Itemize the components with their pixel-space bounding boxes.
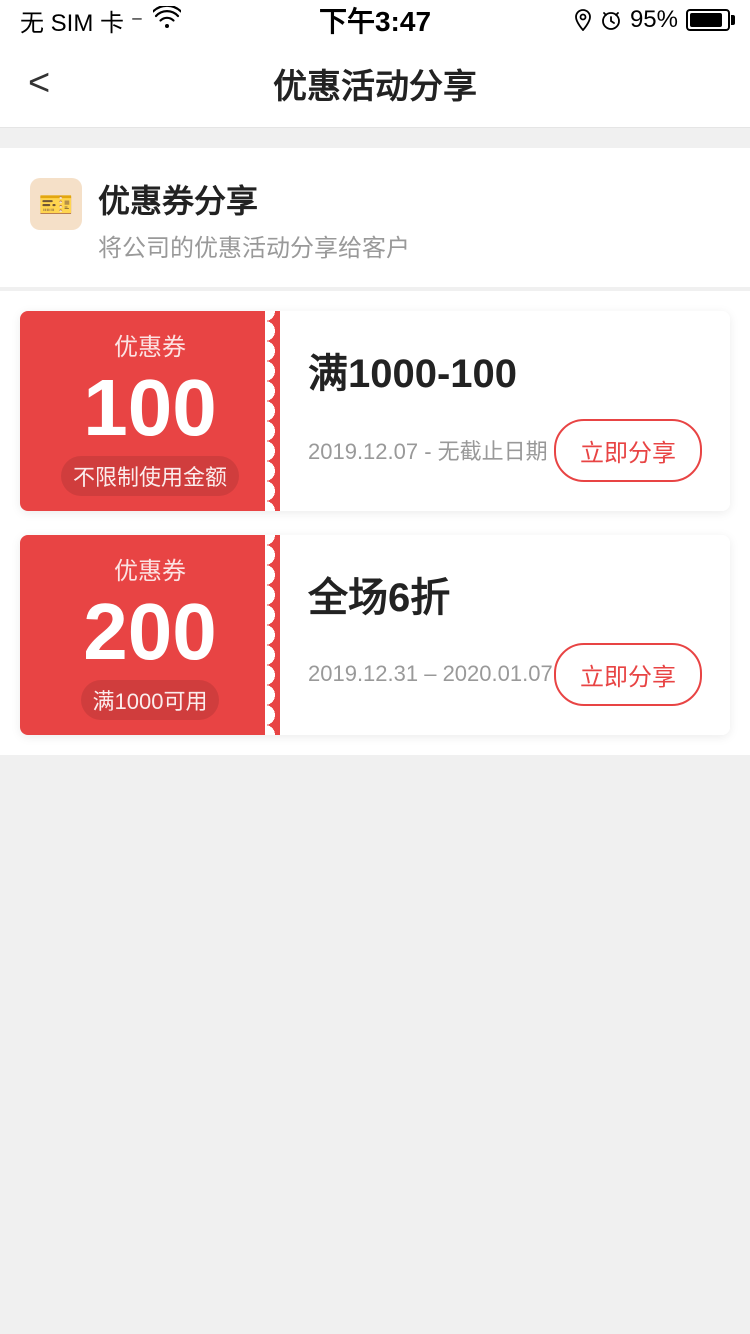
coupon-date-1: 2019.12.07 - 无截止日期 xyxy=(308,434,554,466)
status-left: 无 SIM 卡 ⁻ xyxy=(20,3,181,38)
back-button[interactable]: < xyxy=(28,62,50,105)
section-header: 🎫 优惠券分享 将公司的优惠活动分享给客户 xyxy=(0,148,750,287)
wifi-icon xyxy=(153,6,181,35)
coupon-right-1: 满1000-100 2019.12.07 - 无截止日期 立即分享 xyxy=(280,311,730,511)
status-bar: 无 SIM 卡 ⁻ 下午3:47 95% xyxy=(0,0,750,40)
page-title: 优惠活动分享 xyxy=(273,59,477,108)
battery-icon xyxy=(686,9,730,31)
coupon-condition-1: 不限制使用金额 xyxy=(61,456,239,496)
no-sim-text: 无 SIM 卡 ⁻ xyxy=(20,3,143,38)
alarm-icon xyxy=(600,9,622,31)
section-text: 优惠券分享 将公司的优惠活动分享给客户 xyxy=(98,176,410,263)
section-title: 优惠券分享 xyxy=(98,176,410,222)
bottom-area xyxy=(0,755,750,1315)
location-icon xyxy=(574,9,592,31)
coupon-list: 优惠券 100 不限制使用金额 满1000-100 2019.12.07 - 无… xyxy=(0,291,750,755)
coupon-right-2: 全场6折 2019.12.31 – 2020.01.07 立即分享 xyxy=(280,535,730,735)
coupon-left-1: 优惠券 100 不限制使用金额 xyxy=(20,311,280,511)
status-right: 95% xyxy=(574,6,730,34)
coupon-card-1: 优惠券 100 不限制使用金额 满1000-100 2019.12.07 - 无… xyxy=(20,311,730,511)
coupon-meta-1: 2019.12.07 - 无截止日期 立即分享 xyxy=(308,419,702,482)
battery-percent: 95% xyxy=(630,6,678,34)
status-time: 下午3:47 xyxy=(319,0,431,40)
coupon-condition-2: 满1000可用 xyxy=(81,680,220,720)
share-button-1[interactable]: 立即分享 xyxy=(554,419,702,482)
coupon-amount-2: 200 xyxy=(83,592,216,672)
coupon-amount-1: 100 xyxy=(83,368,216,448)
nav-bar: < 优惠活动分享 xyxy=(0,40,750,128)
coupon-left-2: 优惠券 200 满1000可用 xyxy=(20,535,280,735)
coupon-label-1: 优惠券 xyxy=(114,327,186,362)
coupon-meta-2: 2019.12.31 – 2020.01.07 立即分享 xyxy=(308,643,702,706)
coupon-date-2: 2019.12.31 – 2020.01.07 xyxy=(308,661,554,687)
coupon-name-1: 满1000-100 xyxy=(308,341,702,399)
coupon-label-2: 优惠券 xyxy=(114,551,186,586)
section-subtitle: 将公司的优惠活动分享给客户 xyxy=(98,228,410,263)
share-button-2[interactable]: 立即分享 xyxy=(554,643,702,706)
coupon-card-2: 优惠券 200 满1000可用 全场6折 2019.12.31 – 2020.0… xyxy=(20,535,730,735)
section-icon: 🎫 xyxy=(30,178,82,230)
coupon-name-2: 全场6折 xyxy=(308,565,702,623)
